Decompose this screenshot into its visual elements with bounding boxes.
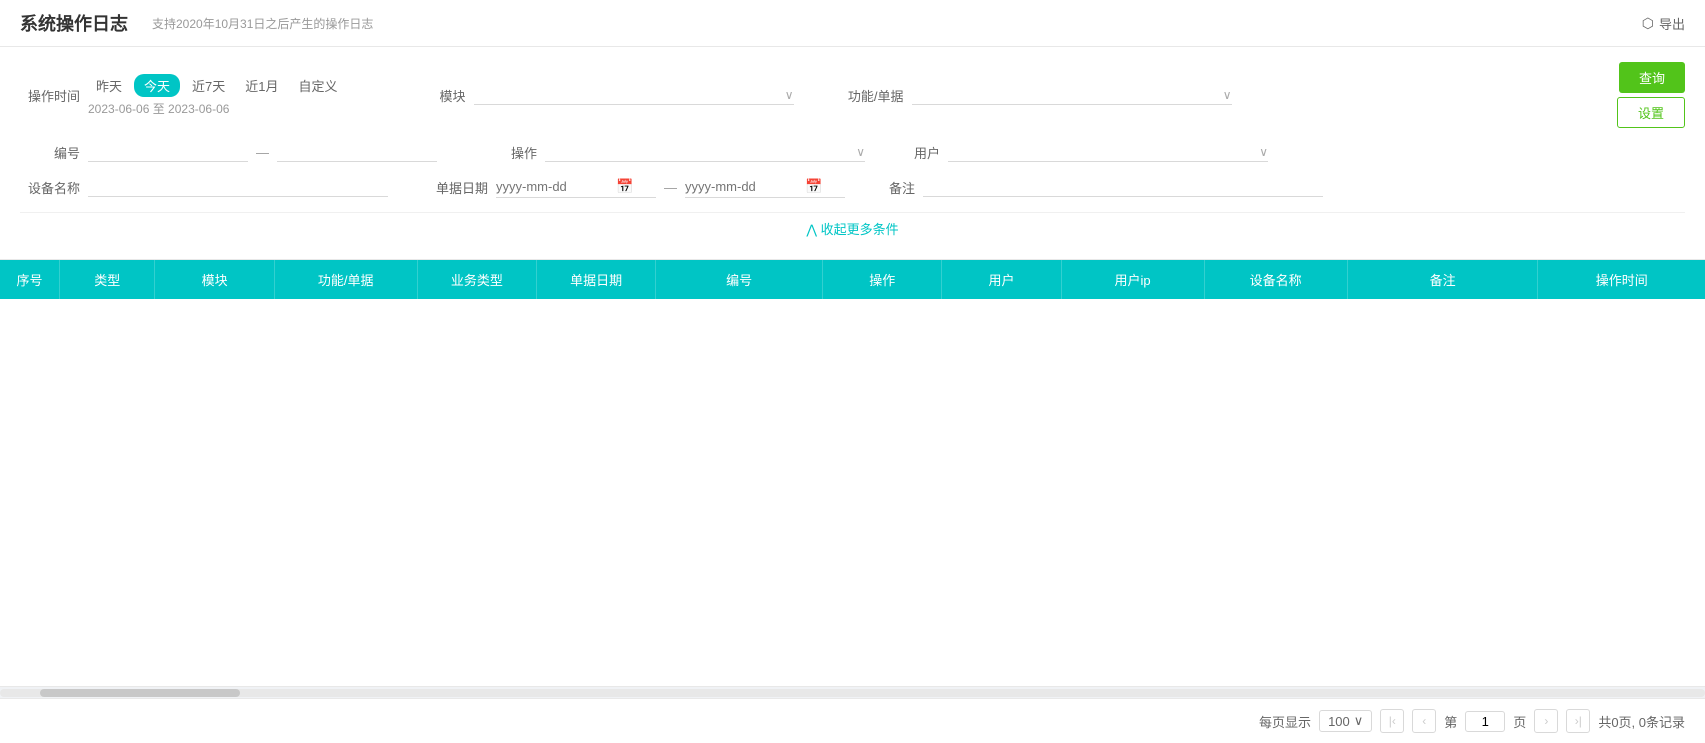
first-page-button[interactable]: |‹ xyxy=(1380,709,1404,733)
col-op-time: 操作时间 xyxy=(1538,260,1705,299)
table-header: 序号 类型 模块 功能/单据 业务类型 单据日期 编号 操作 用户 用户ip 设… xyxy=(0,260,1705,299)
user-select[interactable]: ∨ xyxy=(948,143,1268,162)
voucher-date-label: 单据日期 xyxy=(428,178,488,197)
function-chevron-icon: ∨ xyxy=(1223,88,1232,102)
col-type: 类型 xyxy=(60,260,155,299)
per-page-select[interactable]: 100 ∨ xyxy=(1319,710,1372,732)
module-chevron-icon: ∨ xyxy=(785,88,794,102)
calendar-end-icon[interactable]: 📅 xyxy=(805,178,822,195)
data-table: 序号 类型 模块 功能/单据 业务类型 单据日期 编号 操作 用户 用户ip 设… xyxy=(0,260,1705,659)
time-btn-yesterday[interactable]: 昨天 xyxy=(88,74,130,97)
page-subtitle: 支持2020年10月31日之后产生的操作日志 xyxy=(152,15,373,32)
function-select[interactable]: ∨ xyxy=(912,86,1232,105)
export-icon: ⬡ xyxy=(1642,15,1654,32)
col-device: 设备名称 xyxy=(1204,260,1347,299)
time-buttons: 昨天 今天 近7天 近1月 自定义 xyxy=(88,74,346,97)
horizontal-scrollbar[interactable] xyxy=(0,686,1705,698)
table-header-row: 序号 类型 模块 功能/单据 业务类型 单据日期 编号 操作 用户 用户ip 设… xyxy=(0,260,1705,299)
page-number-input[interactable] xyxy=(1465,711,1505,732)
page-label: 第 xyxy=(1444,712,1457,731)
col-voucher-date: 单据日期 xyxy=(536,260,655,299)
collapse-chevron-icon: ⋀ xyxy=(806,222,817,237)
device-input[interactable] xyxy=(88,177,388,197)
last-page-button[interactable]: ›| xyxy=(1566,709,1590,733)
page-header: 系统操作日志 支持2020年10月31日之后产生的操作日志 ⬡ 导出 xyxy=(0,0,1705,47)
function-label: 功能/单据 xyxy=(834,86,904,105)
remark-label: 备注 xyxy=(885,178,915,197)
filter-row-1: 操作时间 昨天 今天 近7天 近1月 自定义 2023-06-06 至 2023… xyxy=(20,62,1685,128)
collapse-label: 收起更多条件 xyxy=(821,222,899,237)
time-btn-custom[interactable]: 自定义 xyxy=(291,74,346,97)
user-label: 用户 xyxy=(905,143,940,162)
user-chevron-icon: ∨ xyxy=(1259,145,1268,159)
date-start-wrap: 📅 xyxy=(496,176,656,198)
module-label: 模块 xyxy=(406,86,466,105)
query-button[interactable]: 查询 xyxy=(1619,62,1685,93)
col-index: 序号 xyxy=(0,260,60,299)
device-label: 设备名称 xyxy=(20,178,80,197)
date-end-wrap: 📅 xyxy=(685,176,845,198)
number-dash: — xyxy=(256,145,269,160)
export-button[interactable]: ⬡ 导出 xyxy=(1642,14,1685,33)
per-page-chevron-icon: ∨ xyxy=(1354,713,1364,729)
time-btn-1month[interactable]: 近1月 xyxy=(237,74,286,97)
col-operation: 操作 xyxy=(823,260,942,299)
table-area: 序号 类型 模块 功能/单据 业务类型 单据日期 编号 操作 用户 用户ip 设… xyxy=(0,260,1705,686)
time-range-display: 2023-06-06 至 2023-06-06 xyxy=(88,100,346,117)
table-body xyxy=(0,299,1705,659)
filter-row-3: 设备名称 单据日期 📅 — 📅 备注 xyxy=(20,176,1685,198)
pagination: 每页显示 100 ∨ |‹ ‹ 第 页 › ›| 共0页, 0条记录 xyxy=(0,698,1705,743)
operation-select[interactable]: ∨ xyxy=(545,143,865,162)
action-buttons: 查询 设置 xyxy=(1617,62,1685,128)
setting-button[interactable]: 设置 xyxy=(1617,97,1685,128)
col-user-ip: 用户ip xyxy=(1061,260,1204,299)
module-select[interactable]: ∨ xyxy=(474,86,794,105)
collapse-bar[interactable]: ⋀ 收起更多条件 xyxy=(20,212,1685,244)
col-function: 功能/单据 xyxy=(274,260,417,299)
col-biz-type: 业务类型 xyxy=(417,260,536,299)
per-page-value: 100 xyxy=(1328,714,1350,729)
date-start-input[interactable] xyxy=(496,179,616,194)
col-module: 模块 xyxy=(155,260,274,299)
col-user: 用户 xyxy=(942,260,1061,299)
export-label: 导出 xyxy=(1659,14,1685,33)
col-remark: 备注 xyxy=(1347,260,1538,299)
filter-area: 操作时间 昨天 今天 近7天 近1月 自定义 2023-06-06 至 2023… xyxy=(0,47,1705,260)
prev-page-button[interactable]: ‹ xyxy=(1412,709,1436,733)
next-page-button[interactable]: › xyxy=(1534,709,1558,733)
number-end-input[interactable] xyxy=(277,142,437,162)
remark-input[interactable] xyxy=(923,177,1323,197)
filter-row-2: 编号 — 操作 ∨ 用户 ∨ xyxy=(20,142,1685,162)
page-title: 系统操作日志 xyxy=(20,10,128,36)
time-btn-7days[interactable]: 近7天 xyxy=(184,74,233,97)
scrollbar-thumb[interactable] xyxy=(40,689,240,697)
time-btn-today[interactable]: 今天 xyxy=(134,74,180,97)
per-page-label: 每页显示 xyxy=(1259,712,1311,731)
number-label: 编号 xyxy=(20,143,80,162)
date-end-input[interactable] xyxy=(685,179,805,194)
date-dash: — xyxy=(664,180,677,195)
total-info: 共0页, 0条记录 xyxy=(1598,712,1685,731)
scrollbar-track xyxy=(0,689,1705,697)
calendar-start-icon[interactable]: 📅 xyxy=(616,178,633,195)
time-label: 操作时间 xyxy=(20,86,80,105)
col-number: 编号 xyxy=(656,260,823,299)
operation-label: 操作 xyxy=(477,143,537,162)
page-unit: 页 xyxy=(1513,712,1526,731)
time-filter: 昨天 今天 近7天 近1月 自定义 2023-06-06 至 2023-06-0… xyxy=(88,74,346,117)
operation-chevron-icon: ∨ xyxy=(856,145,865,159)
number-start-input[interactable] xyxy=(88,142,248,162)
